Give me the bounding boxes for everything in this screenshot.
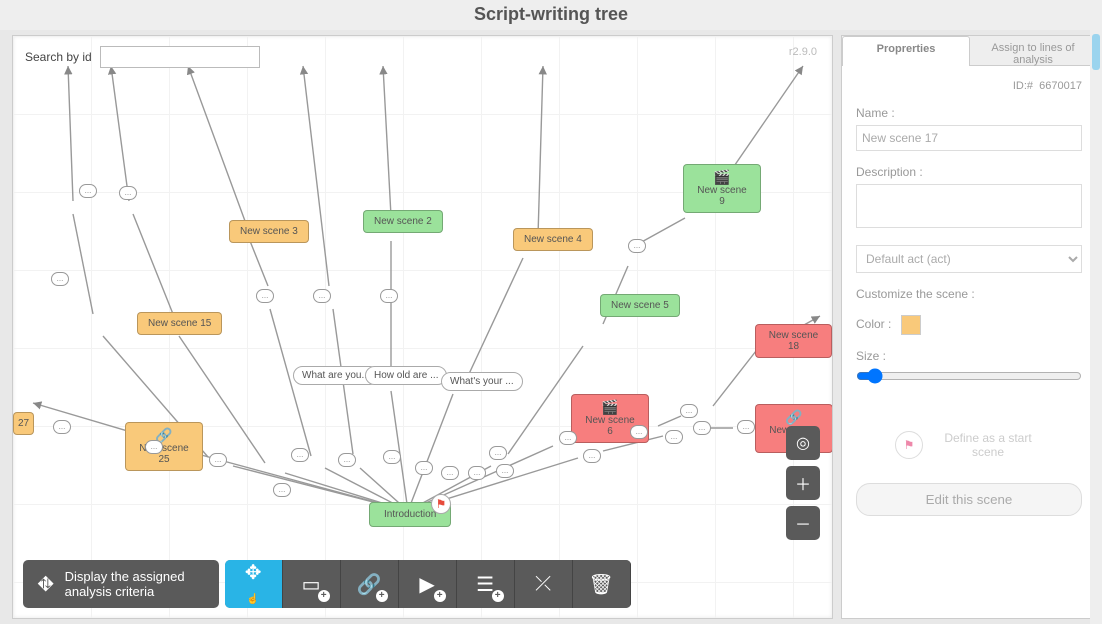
node-scene[interactable]: New scene 2 xyxy=(363,210,443,233)
connector-dot[interactable]: ... xyxy=(313,289,331,303)
connector-dot[interactable]: ... xyxy=(79,184,97,198)
connector-dot[interactable]: ... xyxy=(119,186,137,200)
connector-dot[interactable]: ... xyxy=(489,446,507,460)
tool-add-video[interactable]: ▶+ xyxy=(399,560,457,608)
zoom-out-button[interactable]: － xyxy=(786,506,820,540)
connector-dot[interactable]: ... xyxy=(380,289,398,303)
search-label: Search by id xyxy=(25,50,92,64)
connector-dot[interactable]: ... xyxy=(665,430,683,444)
connector-dot[interactable]: ... xyxy=(737,420,755,434)
customize-label: Customize the scene : xyxy=(856,287,1082,301)
node-scene[interactable]: New scene 3 xyxy=(229,220,309,243)
clapper-icon: 🎬 xyxy=(601,399,618,416)
tab-assign[interactable]: Assign to lines of analysis xyxy=(970,36,1096,66)
analysis-icon: ⛖ xyxy=(37,571,55,597)
connector-dot[interactable]: ... xyxy=(559,431,577,445)
connector-dot[interactable]: ... xyxy=(693,421,711,435)
name-input[interactable] xyxy=(856,125,1082,151)
connector-dot[interactable]: ... xyxy=(415,461,433,475)
node-scene[interactable]: New scene 15 xyxy=(137,312,222,335)
id-row: ID:# 6670017 xyxy=(856,80,1082,92)
flag-icon: ⚑ xyxy=(895,431,923,459)
connector-dot[interactable]: ... xyxy=(51,272,69,286)
connector-dot[interactable]: ... xyxy=(630,425,648,439)
tool-group: ✥☝ ▭+ 🔗+ ▶+ ☰+ ⤫ 🗑 xyxy=(225,560,631,608)
connector-dot[interactable]: ... xyxy=(53,420,71,434)
name-label: Name : xyxy=(856,106,1082,120)
tool-delete[interactable]: 🗑 xyxy=(573,560,631,608)
version-label: r2.9.0 xyxy=(789,46,817,58)
sidebar: Proprerties Assign to lines of analysis … xyxy=(841,35,1097,619)
tool-move[interactable]: ✥☝ xyxy=(225,560,283,608)
node-scene[interactable]: New scene 4 xyxy=(513,228,593,251)
size-slider[interactable] xyxy=(856,368,1082,384)
node-scene[interactable]: 🔗New scene 25 xyxy=(125,422,203,471)
question-node[interactable]: How old are ... xyxy=(365,366,447,385)
define-start[interactable]: ⚑ Define as a start scene xyxy=(856,431,1082,459)
question-node[interactable]: What's your ... xyxy=(441,372,523,391)
node-scene[interactable]: 🎬New scene 9 xyxy=(683,164,761,213)
center-button[interactable]: ◎ xyxy=(786,426,820,460)
connector-dot[interactable]: ... xyxy=(209,453,227,467)
connector-dot[interactable]: ... xyxy=(441,466,459,480)
connector-dot[interactable]: ... xyxy=(680,404,698,418)
edit-scene-button[interactable]: Edit this scene xyxy=(856,483,1082,516)
connector-dot[interactable]: ... xyxy=(383,450,401,464)
act-select[interactable]: Default act (act) xyxy=(856,245,1082,273)
canvas[interactable]: Introduction What are you... How old are… xyxy=(12,35,833,619)
connector-dot[interactable]: ... xyxy=(583,449,601,463)
desc-label: Description : xyxy=(856,165,1082,179)
link-icon: 🔗 xyxy=(785,409,802,426)
connector-dot[interactable]: ... xyxy=(338,453,356,467)
node-scene[interactable]: New scene 5 xyxy=(600,294,680,317)
clapper-icon: 🎬 xyxy=(713,169,730,186)
connector-dot[interactable]: ... xyxy=(468,466,486,480)
connector-dot[interactable]: ... xyxy=(496,464,514,478)
start-flag-icon[interactable] xyxy=(431,494,451,514)
tool-unlink[interactable]: ⤫ xyxy=(515,560,573,608)
node-scene[interactable]: 27 xyxy=(13,412,34,435)
connector-dot[interactable]: ... xyxy=(145,440,163,454)
connector-dot[interactable]: ... xyxy=(256,289,274,303)
color-swatch[interactable] xyxy=(901,315,921,335)
node-scene[interactable]: New scene 18 xyxy=(755,324,832,358)
tool-add-link[interactable]: 🔗+ xyxy=(341,560,399,608)
grid xyxy=(13,36,832,618)
search-bar: Search by id xyxy=(25,46,260,68)
desc-input[interactable] xyxy=(856,184,1082,228)
display-criteria-button[interactable]: ⛖ Display the assigned analysis criteria xyxy=(23,560,219,608)
size-label: Size : xyxy=(856,349,1082,363)
connector-dot[interactable]: ... xyxy=(291,448,309,462)
tool-add-list[interactable]: ☰+ xyxy=(457,560,515,608)
connector-dot[interactable]: ... xyxy=(273,483,291,497)
connector-dot[interactable]: ... xyxy=(628,239,646,253)
page-title: Script-writing tree xyxy=(0,0,1102,30)
scroll-thumb[interactable] xyxy=(1092,34,1100,70)
zoom-in-button[interactable]: ＋ xyxy=(786,466,820,500)
scrollbar[interactable] xyxy=(1090,30,1102,624)
search-input[interactable] xyxy=(100,46,260,68)
tool-add-node[interactable]: ▭+ xyxy=(283,560,341,608)
tab-properties[interactable]: Proprerties xyxy=(842,36,970,66)
color-row: Color : xyxy=(856,315,1082,335)
